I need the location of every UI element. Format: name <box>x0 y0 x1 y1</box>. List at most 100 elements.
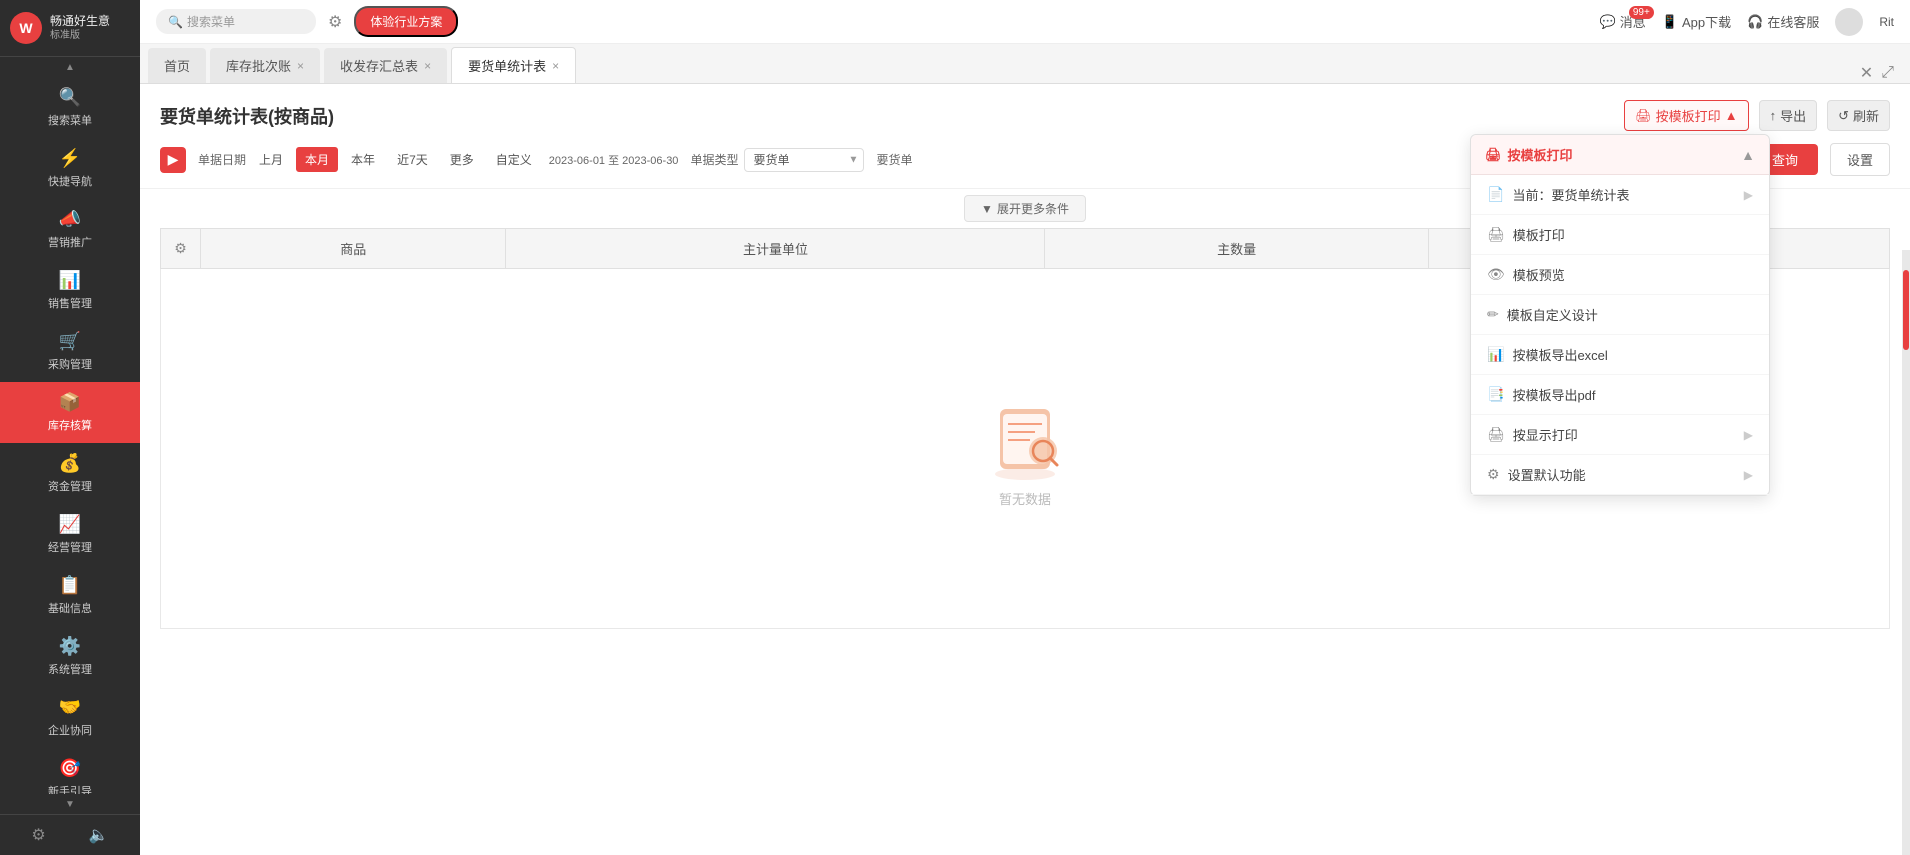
trial-btn[interactable]: 体验行业方案 <box>354 6 458 37</box>
date-btn-this-year[interactable]: 本年 <box>342 147 384 172</box>
date-btn-7days[interactable]: 近7天 <box>388 147 437 172</box>
dropdown-item-template-print[interactable]: 🖨 模板打印 <box>1471 215 1769 255</box>
close-tab-collection-summary[interactable]: × <box>424 59 431 73</box>
tab-inventory-batch[interactable]: 库存批次账 × <box>210 48 320 83</box>
type-select[interactable]: 要货单 <box>744 148 864 172</box>
app-download-btn[interactable]: 📱 App下载 <box>1662 12 1731 31</box>
dropdown-close-btn[interactable]: ▲ <box>1741 147 1755 163</box>
sidebar-icon-4: 🛒 <box>59 331 81 352</box>
sidebar-scroll-down[interactable]: ▼ <box>0 794 140 814</box>
close-tab-order-stats[interactable]: × <box>552 59 559 73</box>
tab-order-stats[interactable]: 要货单统计表 × <box>451 47 576 83</box>
doc-icon: 📄 <box>1487 186 1504 203</box>
online-service-btn[interactable]: 🎧 在线客服 <box>1747 12 1819 31</box>
sidebar-icon-1: ⚡ <box>59 148 81 169</box>
messages-btn[interactable]: 💬 消息 99+ <box>1600 12 1646 31</box>
page-content: 要货单统计表(按商品) 🖨 按模板打印 ▲ ↑ 导出 ↺ 刷新 <box>140 84 1910 855</box>
filter-type-group: 单据类型 要货单 <box>690 148 864 172</box>
type-select-wrapper: 要货单 <box>744 148 864 172</box>
export-icon: ↑ <box>1770 108 1777 123</box>
date-btn-last-month[interactable]: 上月 <box>250 147 292 172</box>
sidebar-icon-9: ⚙️ <box>59 636 81 657</box>
sidebar-item-7[interactable]: 📈经营管理 <box>0 504 140 565</box>
sidebar-item-11[interactable]: 🎯新手引导 <box>0 748 140 794</box>
scrollbar-thumb <box>1903 270 1909 350</box>
sidebar-item-1[interactable]: ⚡ 快捷导航 <box>0 138 140 199</box>
tabs-bar: 首页 库存批次账 × 收发存汇总表 × 要货单统计表 × ✕ ⤢ <box>140 44 1910 84</box>
close-tab-inventory-batch[interactable]: × <box>297 59 304 73</box>
sidebar-item-2[interactable]: 📣营销推广 <box>0 199 140 260</box>
username-label[interactable]: Rit <box>1879 15 1894 29</box>
sidebar-item-8[interactable]: 📋 基础信息 <box>0 565 140 626</box>
sidebar-scroll: 🔍搜索菜单 ⚡ 快捷导航 📣营销推广📊销售管理🛒采购管理 📦 库存核算 💰资金管理📈经营管理… <box>0 77 140 794</box>
design-icon: ✏ <box>1487 306 1499 323</box>
settings-filter-btn[interactable]: 设置 <box>1830 143 1890 176</box>
default-icon: ⚙ <box>1487 466 1500 483</box>
search-bar[interactable]: 🔍 搜索菜单 <box>156 9 316 34</box>
tab-collection-summary[interactable]: 收发存汇总表 × <box>324 48 447 83</box>
sidebar-icon-11: 🎯 <box>59 758 81 779</box>
excel-icon: 📊 <box>1487 346 1504 363</box>
filter-toggle-btn[interactable]: ▶ <box>160 147 186 173</box>
topbar: 🔍 搜索菜单 ⚙ 体验行业方案 💬 消息 99+ 📱 App下载 🎧 在线客服 … <box>140 0 1910 44</box>
col-quantity: 主数量 <box>1045 229 1428 269</box>
sidebar-item-0[interactable]: 🔍搜索菜单 <box>0 77 140 138</box>
sidebar-item-5[interactable]: 📦 库存核算 <box>0 382 140 443</box>
sidebar-icon-6: 💰 <box>59 453 81 474</box>
date-btn-custom[interactable]: 自定义 <box>487 147 541 172</box>
dropdown-title: 🖨 按模板打印 <box>1485 145 1573 164</box>
sidebar-scroll-up[interactable]: ▲ <box>0 57 140 77</box>
dropdown-item-export-excel[interactable]: 📊 按模板导出excel <box>1471 335 1769 375</box>
dropdown-header: 🖨 按模板打印 ▲ <box>1471 135 1769 175</box>
dropdown-item-set-default[interactable]: ⚙ 设置默认功能 ▶ <box>1471 455 1769 495</box>
col-unit: 主计量单位 <box>506 229 1045 269</box>
user-avatar[interactable] <box>1835 8 1863 36</box>
gear-icon[interactable]: ⚙ <box>328 12 342 32</box>
dropdown-item-export-pdf[interactable]: 📑 按模板导出pdf <box>1471 375 1769 415</box>
date-btn-more[interactable]: 更多 <box>441 147 483 172</box>
preview-icon: 👁 <box>1487 266 1505 283</box>
topbar-right: 💬 消息 99+ 📱 App下载 🎧 在线客服 Rit <box>1600 8 1894 36</box>
chevron-right-icon: ▶ <box>168 151 179 168</box>
settings-icon[interactable]: ⚙ <box>31 825 45 845</box>
message-icon: 💬 <box>1600 14 1616 30</box>
sidebar-item-3[interactable]: 📊销售管理 <box>0 260 140 321</box>
phone-icon: 📱 <box>1662 14 1678 30</box>
right-scrollbar[interactable] <box>1902 250 1910 855</box>
sidebar-icon-8: 📋 <box>59 575 81 596</box>
page-title: 要货单统计表(按商品) <box>160 103 334 129</box>
arrow-icon-default: ▶ <box>1744 468 1753 482</box>
window-close-btn[interactable]: ✕ <box>1860 63 1873 83</box>
sidebar-item-9[interactable]: ⚙️系统管理 <box>0 626 140 687</box>
refresh-btn[interactable]: ↺ 刷新 <box>1827 100 1890 131</box>
sidebar-item-6[interactable]: 💰资金管理 <box>0 443 140 504</box>
sidebar-label-0: 搜索菜单 <box>48 112 92 128</box>
expand-more-btn[interactable]: ▼ 展开更多条件 <box>964 195 1086 222</box>
dropdown-item-template-preview[interactable]: 👁 模板预览 <box>1471 255 1769 295</box>
printer-dropdown-icon: 🖨 <box>1485 147 1502 163</box>
window-expand-btn[interactable]: ⤢ <box>1881 64 1894 82</box>
dropdown-item-display-print[interactable]: 🖨 按显示打印 ▶ <box>1471 415 1769 455</box>
sidebar-item-10[interactable]: 🤝企业协同 <box>0 687 140 748</box>
template-print-btn[interactable]: 🖨 按模板打印 ▲ <box>1624 100 1748 131</box>
refresh-icon: ↺ <box>1838 108 1849 124</box>
table-settings-icon[interactable]: ⚙ <box>174 240 187 256</box>
sidebar-item-4[interactable]: 🛒采购管理 <box>0 321 140 382</box>
sidebar-icon-5: 📦 <box>59 392 81 413</box>
sidebar-label-8: 基础信息 <box>48 600 92 616</box>
sidebar-label-5: 库存核算 <box>48 417 92 433</box>
tab-home[interactable]: 首页 <box>148 48 206 83</box>
sound-icon[interactable]: 🔈 <box>89 825 109 845</box>
template-print-dropdown: 🖨 按模板打印 ▲ 📄 当前：要货单统计表 ▶ 🖨 模板打印 👁 模板预览 <box>1470 134 1770 496</box>
filter-yaohuodan: 要货单 <box>876 151 912 168</box>
date-btn-this-month[interactable]: 本月 <box>296 147 338 172</box>
page-actions: 🖨 按模板打印 ▲ ↑ 导出 ↺ 刷新 <box>1624 100 1890 131</box>
export-btn[interactable]: ↑ 导出 <box>1759 100 1818 131</box>
sidebar-bottom: ⚙ 🔈 <box>0 814 140 855</box>
dropdown-item-template-custom[interactable]: ✏ 模板自定义设计 <box>1471 295 1769 335</box>
filter-date-group: 单据日期 上月 本月 本年 近7天 更多 自定义 2023-06-01 至 20… <box>198 147 678 172</box>
sidebar-label-1: 快捷导航 <box>48 173 92 189</box>
table-settings-col: ⚙ <box>161 229 201 269</box>
printer-icon: 🖨 <box>1635 108 1652 124</box>
dropdown-item-current[interactable]: 📄 当前：要货单统计表 ▶ <box>1471 175 1769 215</box>
